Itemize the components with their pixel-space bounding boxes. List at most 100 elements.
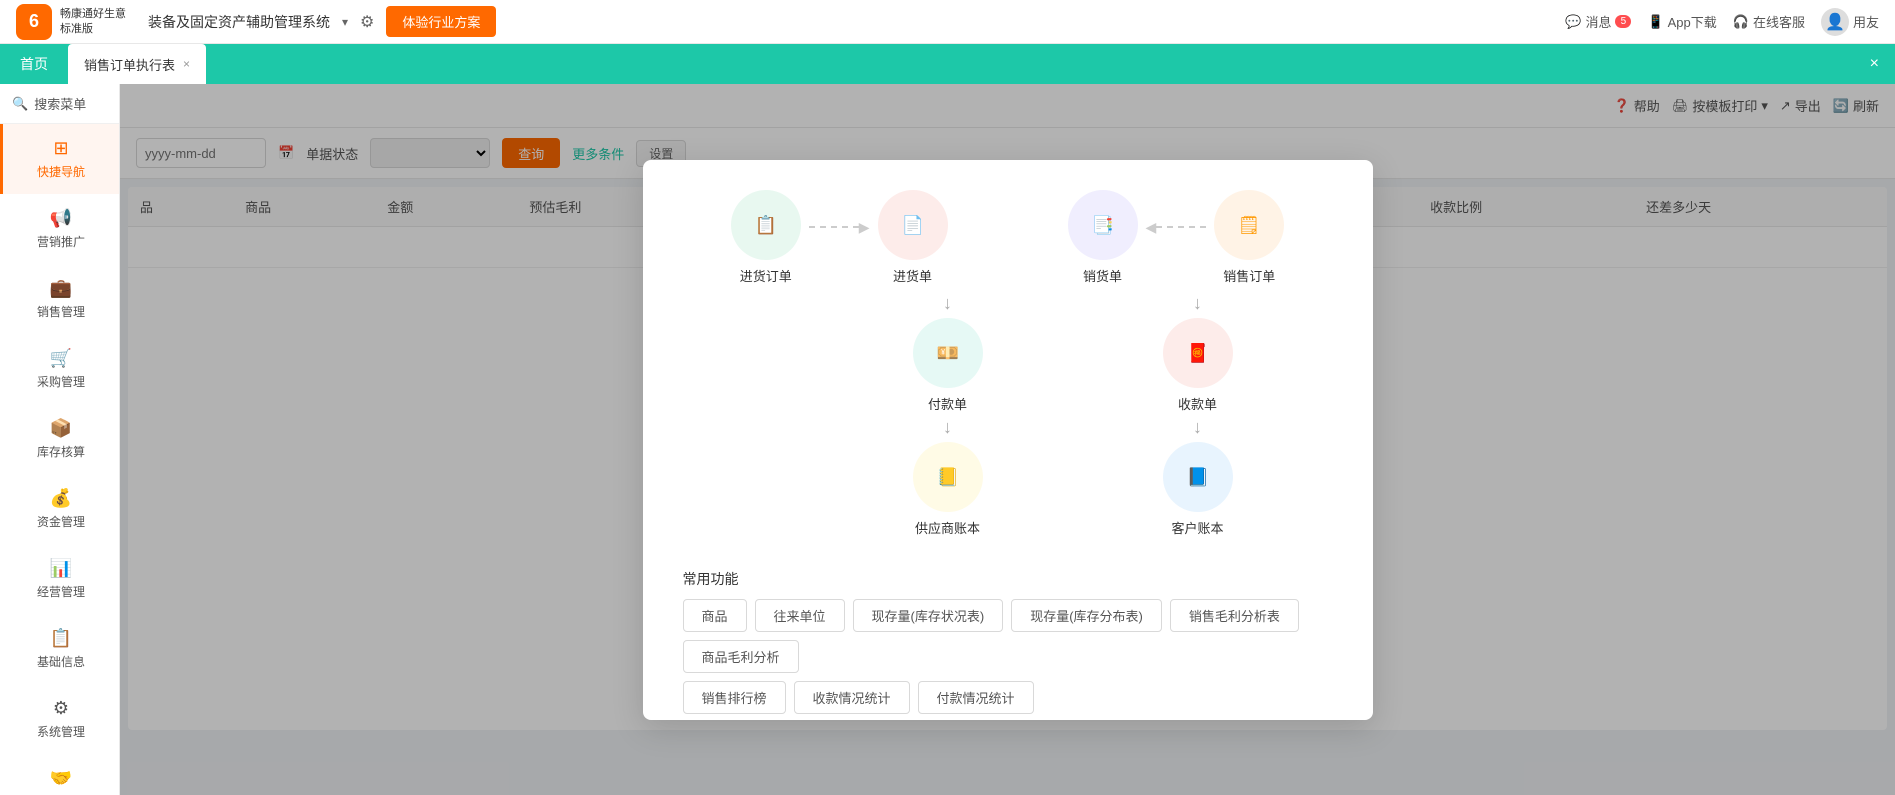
func-btn-stock-status[interactable]: 现存量(库存状况表) <box>853 599 1004 632</box>
sidebar-item-label: 采购管理 <box>37 373 85 390</box>
purchase-icon: 🛒 <box>50 348 72 369</box>
phone-icon: 📱 <box>1647 14 1663 30</box>
main-layout: 🔍 搜索菜单 ⊞ 快捷导航 📢 营销推广 💼 销售管理 🛒 采购管理 📦 库存核… <box>0 84 1895 795</box>
payment-circle: 💴 <box>913 318 983 388</box>
guide-modal: 📋 进货订单 ▶ <box>643 160 1373 720</box>
sidebar-search[interactable]: 🔍 搜索菜单 <box>0 84 119 124</box>
arrow-sales-order-to-bill: ◀ <box>1146 219 1207 236</box>
flow-node-customer-account[interactable]: 📘 客户账本 <box>1163 442 1233 537</box>
flow-node-supplier-account[interactable]: 📒 供应商账本 <box>913 442 983 537</box>
message-icon: 💬 <box>1565 14 1581 30</box>
sidebar-item-operations[interactable]: 📊 经营管理 <box>0 544 119 614</box>
sidebar-item-marketing[interactable]: 📢 营销推广 <box>0 194 119 264</box>
app-download-action[interactable]: 📱 App下载 <box>1647 12 1716 31</box>
common-functions: 常用功能 商品 往来单位 现存量(库存状况表) 现存量(库存分布表) 销售毛利分… <box>683 569 1333 714</box>
header-left: 6 畅康通好生意 标准版 装备及固定资产辅助管理系统 ▾ ⚙ 体验行业方案 <box>16 4 496 40</box>
func-btn-receipt-stats[interactable]: 收款情况统计 <box>794 681 910 714</box>
flow-top-row: 📋 进货订单 ▶ <box>731 190 1285 285</box>
purchase-bill-circle: 📄 <box>878 190 948 260</box>
svg-text:📋: 📋 <box>755 214 777 235</box>
sidebar-item-purchase[interactable]: 🛒 采购管理 <box>0 334 119 404</box>
svg-text:📘: 📘 <box>1186 467 1208 487</box>
down-arrow-payment: ↓ <box>913 417 983 438</box>
operations-icon: 📊 <box>50 558 72 579</box>
down-arrow-sales: ↓ <box>1163 293 1233 314</box>
logo-text: 畅康通好生意 标准版 <box>60 7 126 36</box>
flow-bottom-row: 📒 供应商账本 <box>783 442 1233 537</box>
svg-text:🧧: 🧧 <box>1186 342 1208 363</box>
system-dropdown-btn[interactable]: ▾ <box>342 15 348 29</box>
common-func-title: 常用功能 <box>683 569 1333 589</box>
sidebar-item-label: 库存核算 <box>37 443 85 460</box>
supplier-account-circle: 📒 <box>913 442 983 512</box>
sidebar-item-sales[interactable]: 💼 销售管理 <box>0 264 119 334</box>
search-label: 搜索菜单 <box>34 94 86 113</box>
online-service-action[interactable]: 🎧 在线客服 <box>1733 12 1805 31</box>
sales-order-circle: 🗒 <box>1214 190 1284 260</box>
sidebar-item-enterprise[interactable]: 🤝 企业协同 <box>0 754 119 795</box>
basic-info-icon: 📋 <box>50 628 72 649</box>
func-btn-sales-profit[interactable]: 销售毛利分析表 <box>1170 599 1299 632</box>
overlay[interactable]: 📋 进货订单 ▶ <box>120 84 1895 795</box>
flow-node-payment[interactable]: 💴 付款单 <box>913 318 983 413</box>
spacer2 <box>983 293 1103 314</box>
func-btn-stock-dist[interactable]: 现存量(库存分布表) <box>1011 599 1162 632</box>
tab-home[interactable]: 首页 <box>0 44 68 84</box>
message-badge: 5 <box>1615 15 1631 28</box>
content-area: ❓ 帮助 🖨 按模板打印 ▾ ↗ 导出 🔄 刷新 📅 单据状态 <box>120 84 1895 795</box>
message-action[interactable]: 💬 消息 5 <box>1565 12 1631 31</box>
flow-node-sales-order[interactable]: 🗒 销售订单 <box>1214 190 1284 285</box>
enterprise-icon: 🤝 <box>50 768 72 789</box>
func-btn-goods[interactable]: 商品 <box>683 599 747 632</box>
sidebar-item-basic-info[interactable]: 📋 基础信息 <box>0 614 119 684</box>
func-btn-contacts[interactable]: 往来单位 <box>755 599 845 632</box>
guide-modal-content: 📋 进货订单 ▶ <box>643 160 1373 720</box>
headset-icon: 🎧 <box>1733 14 1749 30</box>
header-right: 💬 消息 5 📱 App下载 🎧 在线客服 👤 用友 <box>1565 8 1879 36</box>
svg-text:📄: 📄 <box>901 214 923 235</box>
system-title: 装备及固定资产辅助管理系统 <box>148 12 330 32</box>
arrow-purchase-order-to-bill: ▶ <box>809 219 870 236</box>
down-arrow-receipt: ↓ <box>1163 417 1233 438</box>
tab-sales-order-execution[interactable]: 销售订单执行表 × <box>68 44 206 84</box>
sidebar-item-label: 经营管理 <box>37 583 85 600</box>
logo-icon: 6 <box>16 4 52 40</box>
svg-text:📑: 📑 <box>1091 214 1113 235</box>
down-arrow-purchase: ↓ <box>913 293 983 314</box>
sidebar-item-label: 基础信息 <box>37 653 85 670</box>
flow-node-receipt[interactable]: 🧧 收款单 <box>1163 318 1233 413</box>
func-buttons-row2: 销售排行榜 收款情况统计 付款情况统计 <box>683 681 1333 714</box>
spacer4 <box>983 417 1163 438</box>
sidebar: 🔍 搜索菜单 ⊞ 快捷导航 📢 营销推广 💼 销售管理 🛒 采购管理 📦 库存核… <box>0 84 120 795</box>
logo-area: 6 畅康通好生意 标准版 <box>16 4 136 40</box>
func-btn-sales-rank[interactable]: 销售排行榜 <box>683 681 786 714</box>
func-btn-goods-profit[interactable]: 商品毛利分析 <box>683 640 799 673</box>
avatar: 👤 <box>1821 8 1849 36</box>
flow-mid-row: 💴 付款单 <box>783 318 1233 413</box>
sidebar-item-label: 资金管理 <box>37 513 85 530</box>
flow-node-sales-bill[interactable]: 📑 销货单 <box>1068 190 1138 285</box>
svg-text:📒: 📒 <box>936 467 958 487</box>
flow-node-purchase-order[interactable]: 📋 进货订单 <box>731 190 801 285</box>
sidebar-item-inventory[interactable]: 📦 库存核算 <box>0 404 119 474</box>
sidebar-item-label: 营销推广 <box>37 233 85 250</box>
settings-icon[interactable]: ⚙ <box>360 12 374 32</box>
user-action[interactable]: 👤 用友 <box>1821 8 1879 36</box>
quick-nav-icon: ⊞ <box>53 138 68 159</box>
trial-button[interactable]: 体验行业方案 <box>386 6 496 37</box>
sidebar-item-label: 快捷导航 <box>37 163 85 180</box>
func-btn-payment-stats[interactable]: 付款情况统计 <box>918 681 1034 714</box>
inventory-icon: 📦 <box>50 418 72 439</box>
main-close-icon[interactable]: × <box>1854 55 1895 73</box>
down-arrows-row2: ↓ ↓ <box>683 417 1333 438</box>
sidebar-item-label: 系统管理 <box>37 723 85 740</box>
sidebar-item-finance[interactable]: 💰 资金管理 <box>0 474 119 544</box>
tab-bar: 首页 销售订单执行表 × × <box>0 44 1895 84</box>
sidebar-item-quick-nav[interactable]: ⊞ 快捷导航 <box>0 124 119 194</box>
tab-close-icon[interactable]: × <box>183 57 190 71</box>
svg-text:🗒: 🗒 <box>1238 215 1261 235</box>
sidebar-item-system[interactable]: ⚙ 系统管理 <box>0 684 119 754</box>
tab-label: 销售订单执行表 <box>84 55 175 74</box>
flow-node-purchase-bill[interactable]: 📄 进货单 <box>878 190 948 285</box>
svg-text:💴: 💴 <box>936 343 958 363</box>
